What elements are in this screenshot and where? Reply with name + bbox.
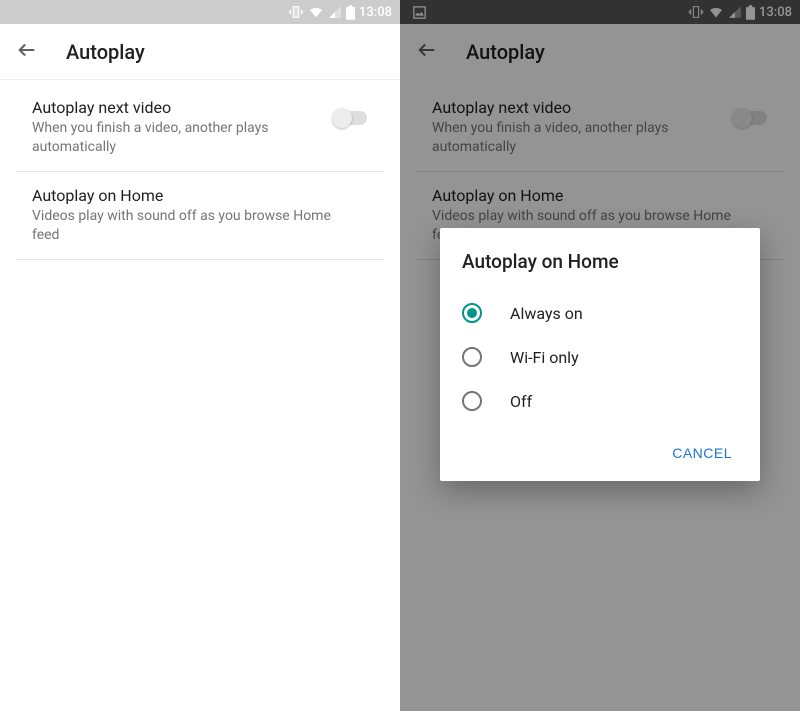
setting-autoplay-next-video[interactable]: Autoplay next video When you finish a vi… — [16, 80, 384, 172]
settings-list: Autoplay next video When you finish a vi… — [0, 80, 400, 260]
dialog-title: Autoplay on Home — [462, 250, 738, 273]
radio-option-always-on[interactable]: Always on — [462, 291, 738, 335]
setting-title: Autoplay next video — [32, 98, 324, 117]
radio-label: Always on — [510, 304, 583, 323]
setting-autoplay-on-home[interactable]: Autoplay on Home Videos play with sound … — [16, 172, 384, 260]
radio-label: Off — [510, 392, 532, 411]
status-bar: 13:08 — [0, 0, 400, 24]
vibrate-icon — [288, 4, 304, 20]
radio-option-wifi-only[interactable]: Wi-Fi only — [462, 335, 738, 379]
radio-icon — [462, 391, 482, 411]
setting-subtitle: Videos play with sound off as you browse… — [32, 207, 360, 245]
dialog-actions: CANCEL — [462, 435, 738, 471]
setting-subtitle: When you finish a video, another plays a… — [32, 119, 324, 157]
radio-option-off[interactable]: Off — [462, 379, 738, 423]
status-time: 13:08 — [359, 5, 392, 20]
radio-label: Wi-Fi only — [510, 348, 579, 367]
setting-title: Autoplay on Home — [32, 186, 360, 205]
back-icon[interactable] — [16, 39, 38, 65]
page-title: Autoplay — [66, 40, 145, 64]
dialog-autoplay-on-home: Autoplay on Home Always on Wi-Fi only Of… — [440, 228, 760, 481]
screen-dialog: 13:08 Autoplay Autoplay next video When … — [400, 0, 800, 711]
radio-icon — [462, 303, 482, 323]
radio-icon — [462, 347, 482, 367]
screen-settings: 13:08 Autoplay Autoplay next video When … — [0, 0, 400, 711]
signal-icon — [328, 5, 342, 19]
toggle-switch[interactable] — [332, 108, 368, 128]
wifi-icon — [308, 4, 324, 20]
app-bar: Autoplay — [0, 24, 400, 80]
battery-icon — [346, 5, 355, 20]
cancel-button[interactable]: CANCEL — [666, 435, 738, 471]
